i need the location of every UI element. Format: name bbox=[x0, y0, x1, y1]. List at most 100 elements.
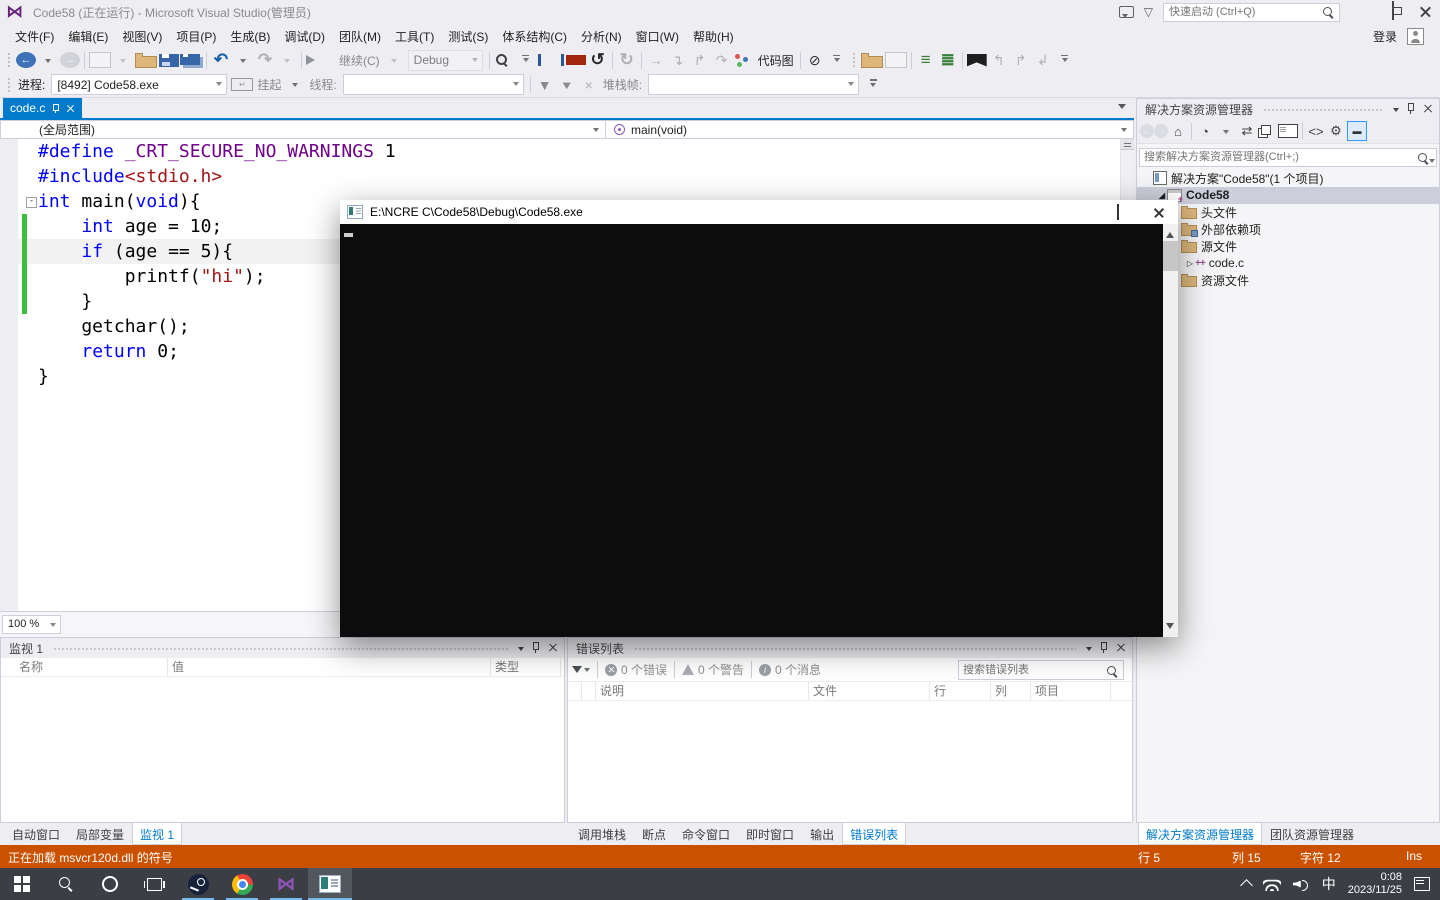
disable-breakpoints-icon[interactable] bbox=[884, 52, 907, 68]
redo-icon[interactable]: ↷ bbox=[255, 50, 275, 70]
tree-item[interactable]: 资源文件 bbox=[1137, 272, 1439, 289]
menu-item[interactable]: 测试(S) bbox=[441, 25, 495, 48]
home-icon[interactable]: ⌂ bbox=[1169, 122, 1187, 140]
sync-with-active-document-icon[interactable]: ⇄ bbox=[1238, 122, 1256, 140]
break-all-icon[interactable] bbox=[537, 54, 564, 66]
tree-item[interactable]: 头文件 bbox=[1137, 204, 1439, 221]
redo-dropdown[interactable] bbox=[277, 50, 297, 70]
code-line[interactable]: #include<stdio.h> bbox=[0, 164, 1121, 189]
code-line[interactable]: #define _CRT_SECURE_NO_WARNINGS 1 bbox=[0, 139, 1121, 164]
pin-icon[interactable] bbox=[1405, 103, 1416, 115]
console-maximize-button[interactable] bbox=[1098, 200, 1138, 224]
stack-frame-dropdown[interactable] bbox=[648, 74, 860, 95]
collapse-toggle-icon[interactable]: - bbox=[26, 197, 37, 208]
pending-changes-icon[interactable]: ◔ bbox=[1196, 122, 1214, 140]
watch-panel-header[interactable]: 监视 1 bbox=[1, 638, 564, 658]
sign-in-link[interactable]: 登录 bbox=[1363, 28, 1407, 45]
filter-icon[interactable] bbox=[572, 664, 590, 675]
forward-icon[interactable]: → bbox=[1154, 124, 1168, 138]
window-position-dropdown[interactable] bbox=[1393, 107, 1399, 115]
menu-item[interactable]: 体系结构(C) bbox=[495, 25, 574, 48]
clear-bookmarks-icon[interactable]: ↲ bbox=[1033, 50, 1053, 70]
cortana-icon[interactable] bbox=[88, 868, 132, 900]
find-icon[interactable] bbox=[494, 52, 514, 68]
feedback-icon[interactable] bbox=[1118, 6, 1134, 18]
immediate-window-icon[interactable]: ≣ bbox=[938, 50, 958, 70]
column-header[interactable]: 文件 bbox=[809, 682, 930, 700]
scroll-down-icon[interactable] bbox=[1166, 623, 1174, 633]
menu-item[interactable]: 窗口(W) bbox=[629, 25, 686, 48]
solution-configuration-dropdown[interactable]: Debug bbox=[407, 49, 483, 71]
action-center-icon[interactable] bbox=[1414, 877, 1430, 891]
panel-tab[interactable]: 即时窗口 bbox=[738, 823, 802, 845]
view-code-icon[interactable]: <> bbox=[1307, 122, 1325, 140]
suspend-dropdown[interactable] bbox=[285, 75, 305, 95]
minimize-button[interactable] bbox=[1350, 0, 1380, 22]
zoom-level-dropdown[interactable]: 100 % bbox=[2, 615, 61, 634]
menu-item[interactable]: 分析(N) bbox=[574, 25, 629, 48]
toolbar2-overflow[interactable] bbox=[863, 75, 883, 95]
console-close-button[interactable] bbox=[1138, 200, 1178, 224]
document-tab-code-c[interactable]: code.c bbox=[3, 98, 83, 118]
menu-item[interactable]: 文件(F) bbox=[8, 25, 61, 48]
panel-tab[interactable]: 自动窗口 bbox=[4, 823, 68, 845]
toolbar-overflow[interactable] bbox=[1055, 50, 1075, 70]
taskbar-clock[interactable]: 0:08 2023/11/25 bbox=[1348, 871, 1402, 897]
toolbar-drag-grip[interactable] bbox=[851, 52, 856, 68]
undo-dropdown[interactable] bbox=[233, 50, 253, 70]
previous-bookmark-icon[interactable]: ↰ bbox=[989, 50, 1009, 70]
save-icon[interactable] bbox=[159, 53, 179, 67]
panel-tab[interactable]: 调用堆栈 bbox=[570, 823, 634, 845]
pin-icon[interactable] bbox=[530, 642, 541, 654]
menu-item[interactable]: 视图(V) bbox=[115, 25, 169, 48]
menu-item[interactable]: 团队(M) bbox=[332, 25, 388, 48]
panel-tab[interactable]: 监视 1 bbox=[132, 823, 183, 845]
continue-dropdown[interactable] bbox=[384, 50, 404, 70]
pin-icon[interactable] bbox=[1098, 642, 1109, 654]
close-icon[interactable] bbox=[1422, 103, 1434, 115]
error-list-header[interactable]: 错误列表 bbox=[568, 638, 1132, 658]
tree-item[interactable]: ◢ Code58 bbox=[1137, 186, 1439, 204]
taskbar-search-icon[interactable] bbox=[44, 868, 88, 900]
editor-splitter-handle[interactable] bbox=[1121, 139, 1134, 150]
scroll-up-icon[interactable] bbox=[1166, 228, 1174, 238]
panel-tab[interactable]: 命令窗口 bbox=[674, 823, 738, 845]
filter-threads-icon[interactable]: ▼ bbox=[535, 75, 555, 95]
warnings-count-button[interactable]: 0 个警告 bbox=[682, 661, 744, 678]
navigate-backward-dropdown[interactable] bbox=[38, 50, 58, 70]
stop-debugging-icon[interactable] bbox=[565, 55, 586, 65]
suspend-icon[interactable]: ↵ bbox=[231, 78, 254, 91]
panel-tab[interactable]: 断点 bbox=[634, 823, 674, 845]
properties-wrench-icon[interactable]: ⚙ bbox=[1327, 122, 1345, 140]
window-position-dropdown[interactable] bbox=[518, 646, 524, 654]
ime-indicator[interactable]: 中 bbox=[1322, 874, 1336, 894]
menu-item[interactable]: 调试(D) bbox=[277, 25, 332, 48]
error-search-input[interactable] bbox=[958, 659, 1124, 680]
column-header[interactable]: 项目 bbox=[1031, 682, 1111, 700]
collapse-all-icon[interactable] bbox=[1258, 125, 1276, 138]
column-header[interactable]: 行 bbox=[930, 682, 991, 700]
menu-item[interactable]: 项目(P) bbox=[169, 25, 223, 48]
process-dropdown[interactable]: [8492] Code58.exe bbox=[51, 74, 228, 95]
console-app-icon[interactable] bbox=[308, 868, 352, 900]
close-button[interactable] bbox=[1410, 0, 1440, 22]
visual-studio-icon[interactable]: ⋈ bbox=[264, 868, 308, 900]
continue-icon[interactable] bbox=[306, 55, 335, 65]
panel-tab[interactable]: 局部变量 bbox=[68, 823, 132, 845]
step-over-icon[interactable]: ↷ bbox=[712, 50, 732, 70]
user-avatar-icon[interactable] bbox=[1407, 27, 1424, 45]
panel-tab[interactable]: 错误列表 bbox=[842, 823, 907, 845]
navigate-backward-icon[interactable]: ← bbox=[16, 52, 36, 68]
column-header[interactable]: 说明 bbox=[596, 682, 809, 700]
show-hidden-icons-chevron[interactable] bbox=[1239, 879, 1253, 892]
chevron-down-icon[interactable] bbox=[1429, 159, 1435, 166]
drag-grip[interactable] bbox=[53, 645, 508, 651]
menu-item[interactable]: 帮助(H) bbox=[686, 25, 741, 48]
solution-explorer-header[interactable]: 解决方案资源管理器 bbox=[1137, 99, 1439, 119]
code-map-icon[interactable] bbox=[734, 53, 754, 67]
menu-item[interactable]: 编辑(E) bbox=[61, 25, 115, 48]
console-title-bar[interactable]: E:\NCRE C\Code58\Debug\Code58.exe bbox=[340, 200, 1178, 224]
expander-icon[interactable]: ▷ bbox=[1185, 259, 1195, 268]
console-window[interactable]: E:\NCRE C\Code58\Debug\Code58.exe bbox=[340, 200, 1178, 637]
close-tab-icon[interactable] bbox=[66, 104, 75, 113]
